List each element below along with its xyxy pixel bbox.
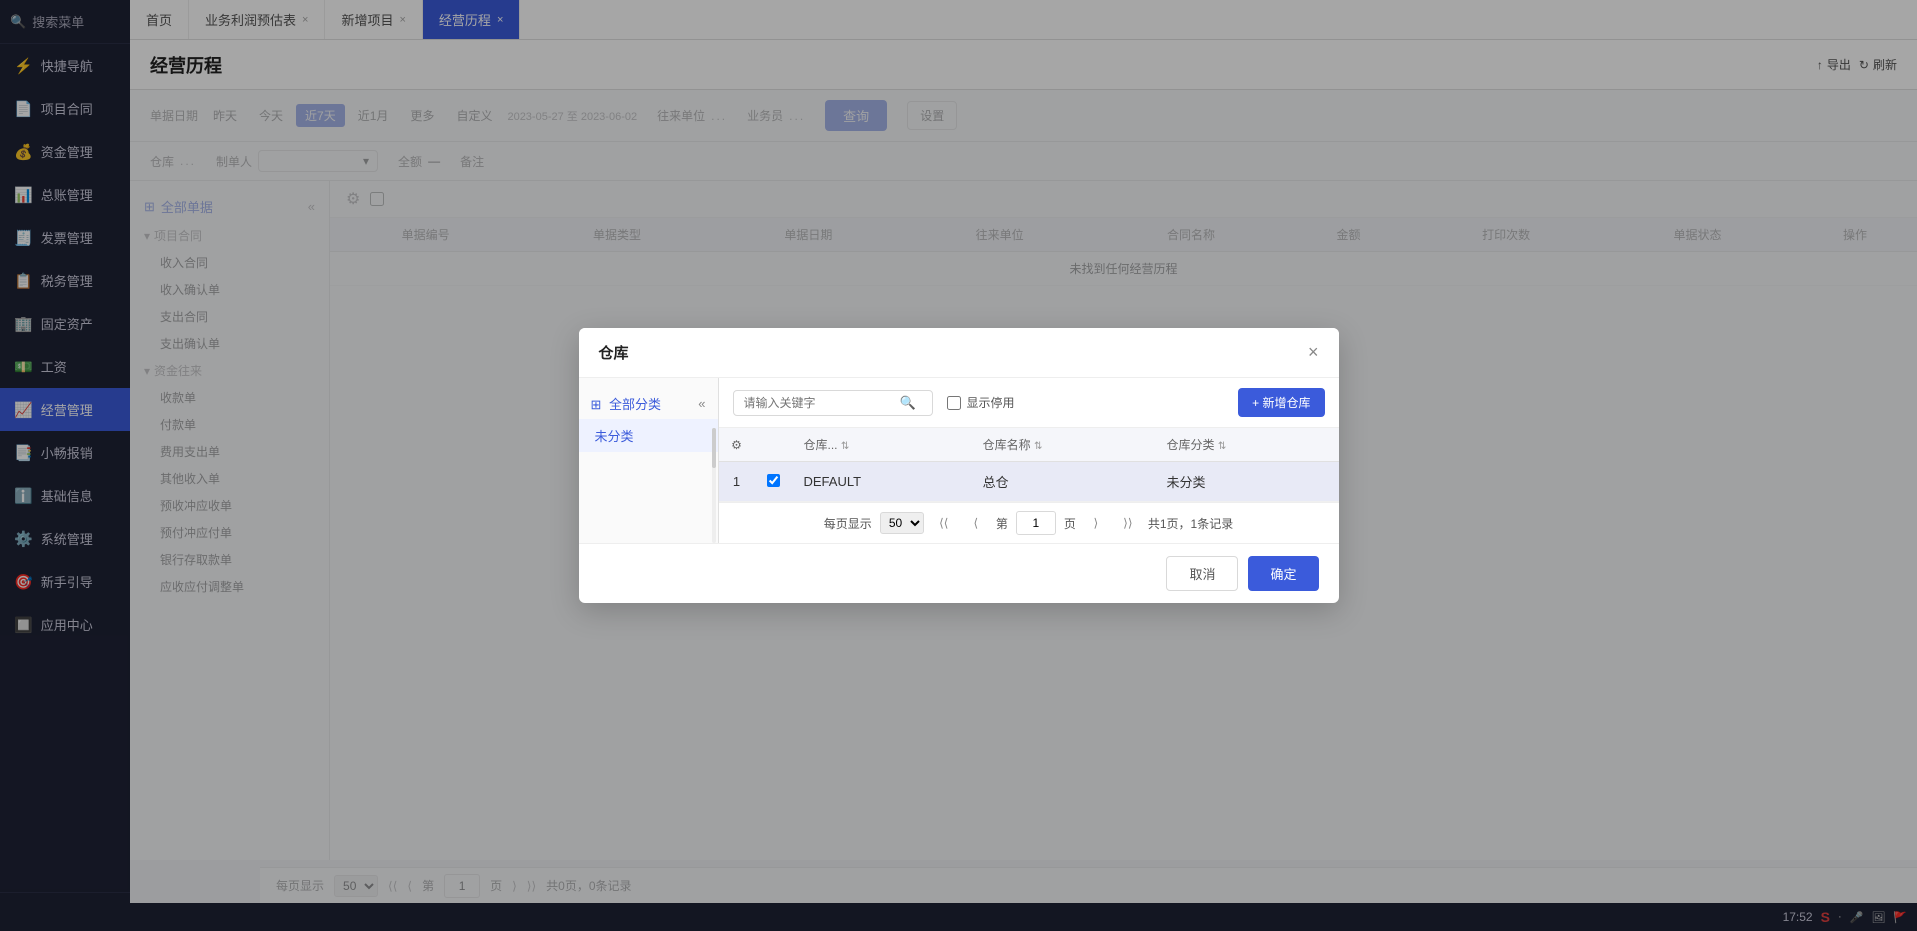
warehouse-table-header: ⚙ 仓库... ⇅ 仓库名称 ⇅ [719,428,1339,462]
modal-pagination: 每页显示 50 ⟨⟨ ⟨ 第 页 ⟩ ⟩⟩ 共1页，1条记录 [719,502,1339,543]
modal-search-input[interactable] [744,396,894,410]
cancel-button[interactable]: 取消 [1166,556,1238,591]
col-select [755,428,792,462]
modal-per-page-label: 每页显示 [824,515,872,532]
show-disabled-checkbox[interactable] [947,396,961,410]
modal-sidebar-all-text: 全部分类 [609,397,661,412]
row-code: DEFAULT [792,462,971,502]
modal-table: ⚙ 仓库... ⇅ 仓库名称 ⇅ [719,428,1339,502]
modal-sidebar-header: ⊞ 全部分类 « [579,388,718,419]
sort-icon-name[interactable]: ⇅ [1034,441,1042,452]
modal-right-content: 🔍 显示停用 + 新增仓库 ⚙ [719,378,1339,543]
col-warehouse-category[interactable]: 仓库分类 ⇅ [1155,428,1339,462]
col-warehouse-category-label: 仓库分类 [1167,438,1215,452]
sort-icon-category[interactable]: ⇅ [1218,441,1226,452]
modal-toolbar: 🔍 显示停用 + 新增仓库 [719,378,1339,428]
modal-warehouse: 仓库 × ⊞ 全部分类 « 未分类 [579,328,1339,603]
modal-last-page-btn[interactable]: ⟩⟩ [1116,511,1140,535]
modal-close-button[interactable]: × [1308,342,1319,363]
table-row[interactable]: 1 DEFAULT 总仓 未分类 [719,462,1339,502]
col-warehouse-code-label: 仓库... [804,438,838,452]
col-warehouse-code[interactable]: 仓库... ⇅ [792,428,971,462]
grid-icon-modal: ⊞ [591,397,602,412]
confirm-button[interactable]: 确定 [1248,556,1318,591]
modal-next-page-btn[interactable]: ⟩ [1084,511,1108,535]
modal-search-box[interactable]: 🔍 [733,390,933,416]
modal-header: 仓库 × [579,328,1339,378]
modal-action-buttons: 取消 确定 [579,543,1339,603]
modal-title: 仓库 [599,342,629,363]
sort-icon-code[interactable]: ⇅ [841,441,849,452]
modal-page-label: 第 [996,515,1008,532]
modal-sidebar-scrollbar [712,428,716,543]
show-disabled-group: 显示停用 [947,394,1015,411]
row-name: 总仓 [971,462,1155,502]
row-num: 1 [719,462,755,502]
modal-overlay: 仓库 × ⊞ 全部分类 « 未分类 [0,0,1917,931]
row-checkbox[interactable] [767,474,780,487]
modal-sidebar-scroll-thumb [712,428,716,468]
search-icon-modal: 🔍 [900,395,916,411]
show-disabled-label: 显示停用 [967,394,1015,411]
modal-sidebar-all-label[interactable]: ⊞ 全部分类 [591,394,662,413]
modal-first-page-btn[interactable]: ⟨⟨ [932,511,956,535]
col-warehouse-name-label: 仓库名称 [983,438,1031,452]
modal-sidebar-collapse[interactable]: « [698,396,705,411]
modal-page-input[interactable] [1016,511,1056,535]
modal-total-info: 共1页，1条记录 [1148,515,1233,532]
modal-body: ⊞ 全部分类 « 未分类 🔍 [579,378,1339,543]
warehouse-table: ⚙ 仓库... ⇅ 仓库名称 ⇅ [719,428,1339,502]
row-checkbox-cell[interactable] [755,462,792,502]
modal-sidebar-item-uncategorized[interactable]: 未分类 [579,419,718,452]
row-category: 未分类 [1155,462,1339,502]
col-warehouse-name[interactable]: 仓库名称 ⇅ [971,428,1155,462]
col-settings-gear[interactable]: ⚙ [719,428,755,462]
modal-per-page-select[interactable]: 50 [880,512,924,534]
add-warehouse-button[interactable]: + 新增仓库 [1238,388,1324,417]
modal-sidebar: ⊞ 全部分类 « 未分类 [579,378,719,543]
modal-page-suffix: 页 [1064,515,1076,532]
modal-prev-page-btn[interactable]: ⟨ [964,511,988,535]
